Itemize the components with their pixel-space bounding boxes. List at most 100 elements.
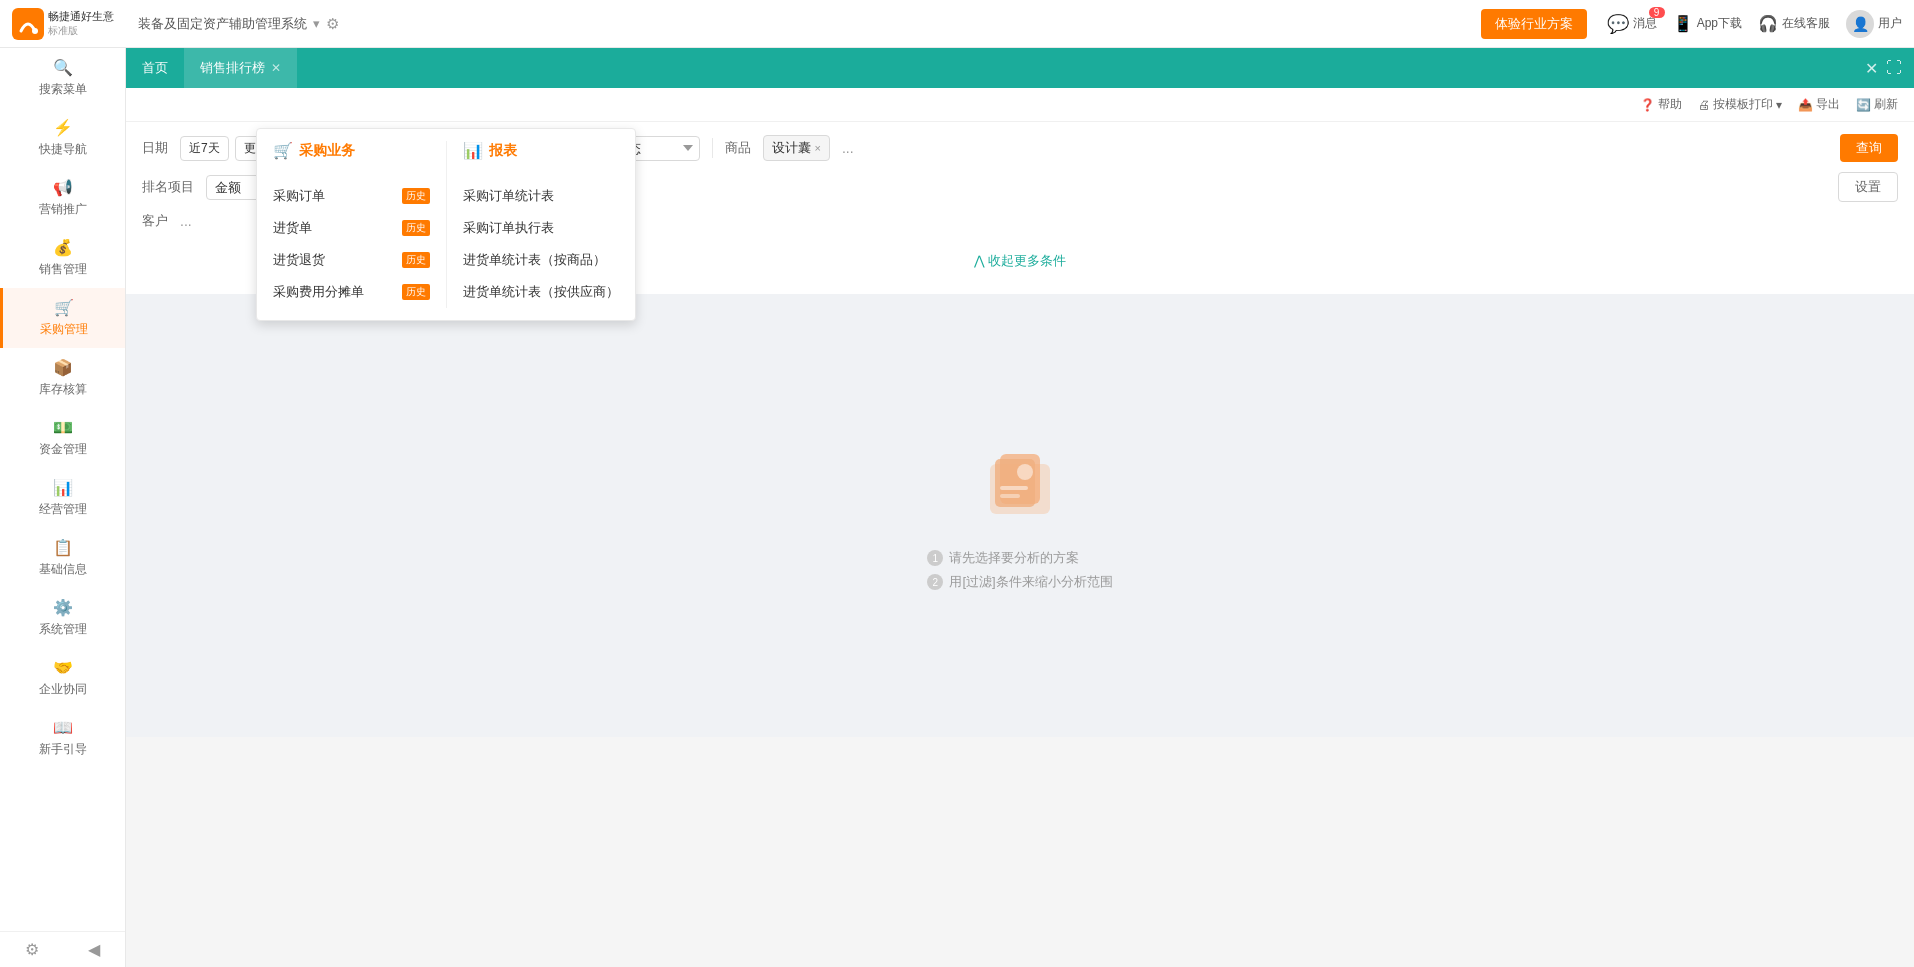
empty-tips-list: 1 请先选择要分析的方案 2 用[过滤]条件来缩小分析范围 [927, 549, 1112, 597]
dropdown-item-expense-spread[interactable]: 采购费用分摊单 历史 [273, 276, 430, 308]
export-btn[interactable]: 📤 导出 [1798, 96, 1840, 113]
export-icon: 📤 [1798, 98, 1813, 112]
sidebar-item-purchase[interactable]: 🛒 采购管理 [0, 288, 125, 348]
sidebar-label-finance: 资金管理 [39, 441, 87, 458]
help-icon: ❓ [1640, 98, 1655, 112]
dropdown-item-stock-stats-supplier[interactable]: 进货单统计表（按供应商） [463, 276, 620, 308]
industry-btn[interactable]: 体验行业方案 [1481, 9, 1587, 39]
goods-ellipsis-btn[interactable]: ... [842, 140, 854, 156]
logo-line2: 标准版 [48, 24, 114, 38]
dropdown-item-label: 采购订单 [273, 187, 325, 205]
sidebar-item-quick-nav[interactable]: ⚡ 快捷导航 [0, 108, 125, 168]
dropdown-arrow-icon[interactable]: ▾ [313, 16, 320, 31]
money-icon: 💰 [53, 238, 73, 257]
collapse-btn[interactable]: ⋀ 收起更多条件 [968, 246, 1073, 276]
dropdown-col2-title: 报表 [489, 142, 517, 160]
message-icon: 💬 [1607, 13, 1629, 35]
settings-icon[interactable]: ⚙ [326, 15, 339, 33]
tip-num-2: 2 [927, 574, 943, 590]
goods-label: 商品 [725, 139, 751, 157]
sidebar-item-basic-info[interactable]: 📋 基础信息 [0, 528, 125, 588]
sidebar-collapse-btn[interactable]: ◀ [88, 940, 100, 959]
setting-btn[interactable]: 设置 [1838, 172, 1898, 202]
tab-close-page-btn[interactable]: ✕ [1865, 59, 1878, 78]
export-label: 导出 [1816, 96, 1840, 113]
sidebar-label-guide: 新手引导 [39, 741, 87, 758]
logo-line1: 畅捷通好生意 [48, 9, 114, 23]
sidebar-item-search[interactable]: 🔍 搜索菜单 [0, 48, 125, 108]
box-icon: 📦 [53, 358, 73, 377]
sidebar-item-cooperation[interactable]: 🤝 企业协同 [0, 648, 125, 708]
tab-sales-rank-label: 销售排行榜 [200, 59, 265, 77]
goods-tag-close-btn[interactable]: × [815, 142, 821, 154]
customer-label: 客户 [142, 212, 168, 230]
sidebar-item-finance[interactable]: 💵 资金管理 [0, 408, 125, 468]
dropdown-col1-title: 采购业务 [299, 142, 355, 160]
sidebar-item-system[interactable]: ⚙️ 系统管理 [0, 588, 125, 648]
purchase-icon: 🛒 [273, 141, 293, 160]
report-icon: 📊 [463, 141, 483, 160]
tab-maximize-btn[interactable]: ⛶ [1886, 59, 1902, 77]
history-badge: 历史 [402, 220, 430, 236]
tip-text-2: 用[过滤]条件来缩小分析范围 [949, 573, 1112, 591]
dropdown-item-label: 采购费用分摊单 [273, 283, 364, 301]
collapse-label: 收起更多条件 [988, 253, 1066, 268]
print-btn[interactable]: 🖨 按模板打印 ▾ [1698, 96, 1782, 113]
sidebar-item-inventory[interactable]: 📦 库存核算 [0, 348, 125, 408]
dropdown-item-stock-in[interactable]: 进货单 历史 [273, 212, 430, 244]
history-badge: 历史 [402, 252, 430, 268]
help-btn[interactable]: ❓ 帮助 [1640, 96, 1682, 113]
sidebar-label-purchase: 采购管理 [40, 321, 88, 338]
handshake-icon: 🤝 [53, 658, 73, 677]
svg-rect-5 [1000, 486, 1028, 490]
empty-illustration [970, 434, 1070, 537]
tab-sales-rank[interactable]: 销售排行榜 ✕ [184, 48, 297, 88]
content-with-dropdown: 🛒 采购业务 采购订单 历史 进货单 历史 进货退货 [126, 88, 1914, 737]
query-btn[interactable]: 查询 [1840, 134, 1898, 162]
refresh-btn[interactable]: 🔄 刷新 [1856, 96, 1898, 113]
refresh-label: 刷新 [1874, 96, 1898, 113]
user-btn[interactable]: 👤 用户 [1846, 10, 1902, 38]
svg-point-0 [32, 28, 38, 34]
dropdown-item-return[interactable]: 进货退货 历史 [273, 244, 430, 276]
headset-icon: 🎧 [1758, 14, 1778, 33]
sidebar-label-search: 搜索菜单 [39, 81, 87, 98]
search-icon: 🔍 [53, 58, 73, 77]
gear-icon: ⚙️ [53, 598, 73, 617]
online-service-btn[interactable]: 🎧 在线客服 [1758, 14, 1830, 33]
megaphone-icon: 📢 [53, 178, 73, 197]
sidebar-item-guide[interactable]: 📖 新手引导 [0, 708, 125, 768]
phone-icon: 📱 [1673, 14, 1693, 33]
sidebar-item-marketing[interactable]: 📢 营销推广 [0, 168, 125, 228]
sidebar-label-system: 系统管理 [39, 621, 87, 638]
dropdown-item-label: 进货单统计表（按供应商） [463, 283, 619, 301]
message-label: 消息 [1633, 15, 1657, 32]
sidebar-settings-btn[interactable]: ⚙ [25, 940, 39, 959]
dropdown-item-po-exec[interactable]: 采购订单执行表 [463, 212, 620, 244]
main-area: 🔍 搜索菜单 ⚡ 快捷导航 📢 营销推广 💰 销售管理 🛒 采购管理 📦 [0, 48, 1914, 967]
sidebar-label-quick-nav: 快捷导航 [39, 141, 87, 158]
chart-icon: 📊 [53, 478, 73, 497]
history-badge: 历史 [402, 284, 430, 300]
system-title-area: 装备及固定资产辅助管理系统 ▾ ⚙ [138, 15, 1481, 33]
top-bar: 畅捷通好生意 标准版 装备及固定资产辅助管理系统 ▾ ⚙ 体验行业方案 💬 9 … [0, 0, 1914, 48]
tab-home[interactable]: 首页 [126, 48, 184, 88]
sidebar-label-marketing: 营销推广 [39, 201, 87, 218]
app-download-btn[interactable]: 📱 App下载 [1673, 14, 1742, 33]
tab-close-btn[interactable]: ✕ [271, 61, 281, 75]
cash-icon: 💵 [53, 418, 73, 437]
setting-btn-wrap: 设置 [1838, 172, 1898, 202]
sidebar-item-operations[interactable]: 📊 经营管理 [0, 468, 125, 528]
dropdown-item-po-stats[interactable]: 采购订单统计表 [463, 180, 620, 212]
dropdown-menu: 🛒 采购业务 采购订单 历史 进货单 历史 进货退货 [256, 128, 636, 321]
sidebar-item-sales[interactable]: 💰 销售管理 [0, 228, 125, 288]
dropdown-item-stock-stats-goods[interactable]: 进货单统计表（按商品） [463, 244, 620, 276]
message-btn[interactable]: 💬 9 消息 [1607, 13, 1657, 35]
sidebar-label-basic-info: 基础信息 [39, 561, 87, 578]
content-area: 首页 销售排行榜 ✕ ✕ ⛶ 🛒 采购业 [126, 48, 1914, 967]
customer-ellipsis-btn[interactable]: ... [180, 213, 192, 229]
tip-text-1: 请先选择要分析的方案 [949, 549, 1079, 567]
date-btn-recent7[interactable]: 近7天 [180, 136, 229, 161]
dropdown-item-purchase-order[interactable]: 采购订单 历史 [273, 180, 430, 212]
dropdown-item-label: 进货退货 [273, 251, 325, 269]
